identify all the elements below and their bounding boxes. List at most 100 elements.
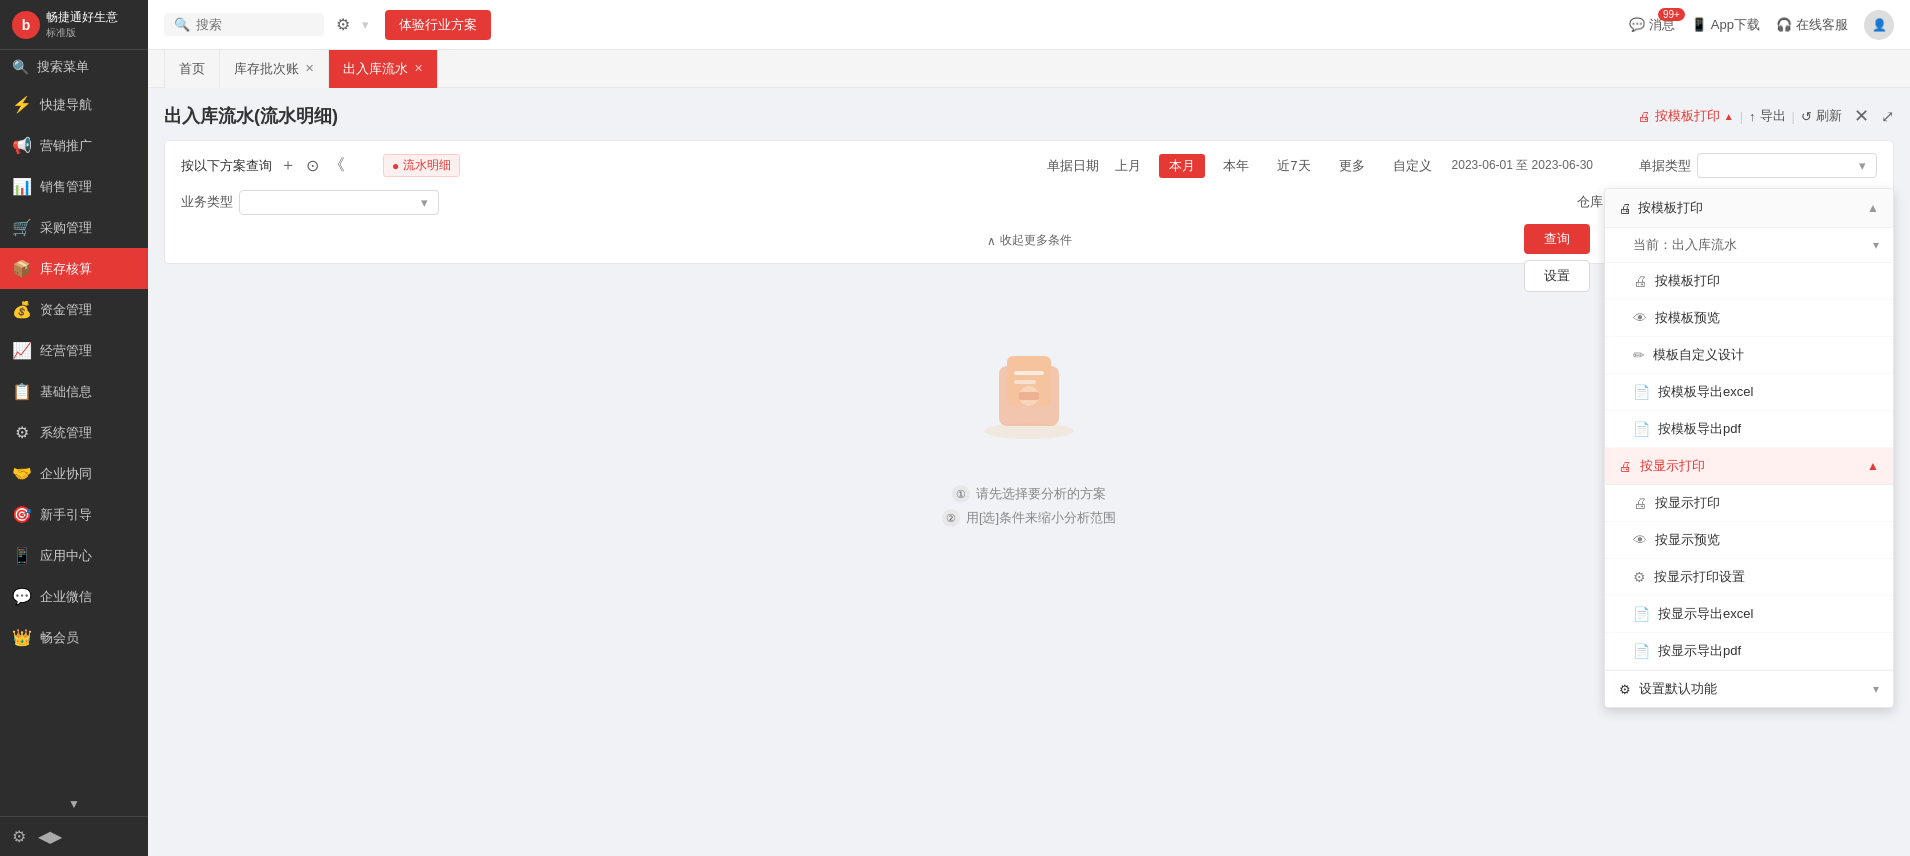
- chevron-up-icon: ∧: [987, 234, 996, 248]
- dropdown-template-custom[interactable]: ✏ 模板自定义设计: [1605, 337, 1893, 374]
- dropdown-display-excel[interactable]: 📄 按显示导出excel: [1605, 596, 1893, 633]
- tab-flow[interactable]: 出入库流水 ✕: [329, 50, 438, 88]
- print-icon: 🖨: [1638, 109, 1651, 124]
- current-arrow-icon: ▾: [1873, 238, 1879, 252]
- date-custom[interactable]: 自定义: [1383, 154, 1442, 178]
- trial-btn[interactable]: 体验行业方案: [385, 10, 491, 40]
- sidebar-scroll-down[interactable]: ▼: [0, 792, 148, 816]
- export-icon: ↑: [1749, 109, 1756, 124]
- member-icon: 👑: [12, 628, 32, 647]
- date-current-month[interactable]: 本月: [1159, 154, 1205, 178]
- display-preview-icon: 👁: [1633, 532, 1647, 548]
- filter-add-btn[interactable]: ＋: [278, 153, 298, 178]
- topbar: 🔍 ⚙ ▾ 体验行业方案 💬 消息 99+ 📱 App下载 🎧 在线客服 👤: [148, 0, 1910, 50]
- display-print-icon: 🖨: [1633, 495, 1647, 511]
- dropdown-footer[interactable]: ⚙ 设置默认功能 ▾: [1605, 670, 1893, 707]
- dropdown-header: 🖨 按模板打印 ▲: [1605, 189, 1893, 228]
- filter-collapse-left-btn[interactable]: 《: [327, 153, 347, 178]
- dropdown-template-export-pdf[interactable]: 📄 按模板导出pdf: [1605, 411, 1893, 448]
- print-dropdown-icon: 🖨: [1619, 201, 1632, 216]
- sidebar-search[interactable]: 🔍 搜索菜单: [0, 50, 148, 84]
- dropdown-section-display[interactable]: 🖨 按显示打印 ▲: [1605, 448, 1893, 485]
- sidebar: b 畅捷通好生意 标准版 🔍 搜索菜单 ⚡ 快捷导航 📢 营销推广 📊 销售管理…: [0, 0, 148, 856]
- sidebar-item-sales[interactable]: 📊 销售管理: [0, 166, 148, 207]
- sidebar-bottom: ⚙ ◀▶: [0, 816, 148, 856]
- sidebar-item-system[interactable]: ⚙ 系统管理: [0, 412, 148, 453]
- sidebar-item-guide[interactable]: 🎯 新手引导: [0, 494, 148, 535]
- logo-icon: b: [12, 11, 40, 39]
- sidebar-item-cooperation[interactable]: 🤝 企业协同: [0, 453, 148, 494]
- finance-icon: 💰: [12, 300, 32, 319]
- template-preview-icon: 👁: [1633, 310, 1647, 326]
- doc-type-arrow-icon: ▾: [1859, 158, 1866, 173]
- close-page-btn[interactable]: ✕: [1854, 105, 1869, 127]
- tab-batch-account-close[interactable]: ✕: [305, 62, 314, 75]
- dropdown-template-export-excel[interactable]: 📄 按模板导出excel: [1605, 374, 1893, 411]
- collapse-btn[interactable]: ∧ 收起更多条件: [987, 232, 1072, 249]
- cooperation-icon: 🤝: [12, 464, 32, 483]
- quick-nav-icon: ⚡: [12, 95, 32, 114]
- date-filter-controls: 上月 本月 本年 近7天 更多 自定义: [1105, 154, 1441, 178]
- refresh-icon: ↺: [1801, 109, 1812, 124]
- dropdown-display-settings[interactable]: ⚙ 按显示打印设置: [1605, 559, 1893, 596]
- empty-hint-1: ① 请先选择要分析的方案: [952, 485, 1106, 503]
- sidebar-item-marketing[interactable]: 📢 营销推广: [0, 125, 148, 166]
- sidebar-item-apps[interactable]: 📱 应用中心: [0, 535, 148, 576]
- expand-btn[interactable]: ⤢: [1881, 107, 1894, 126]
- filter-settings-btn[interactable]: ⊙: [304, 154, 321, 177]
- template-custom-icon: ✏: [1633, 347, 1645, 363]
- sidebar-item-operation[interactable]: 📈 经营管理: [0, 330, 148, 371]
- dropdown-display-print[interactable]: 🖨 按显示打印: [1605, 485, 1893, 522]
- topbar-gear-icon[interactable]: ⚙: [336, 15, 350, 34]
- date-7days[interactable]: 近7天: [1267, 154, 1320, 178]
- sidebar-item-wechat[interactable]: 💬 企业微信: [0, 576, 148, 617]
- basic-icon: 📋: [12, 382, 32, 401]
- dropdown-template-print[interactable]: 🖨 按模板打印: [1605, 263, 1893, 300]
- dropdown-template-preview[interactable]: 👁 按模板预览: [1605, 300, 1893, 337]
- phone-icon: 📱: [1691, 17, 1707, 32]
- warehouse-label: 仓库: [1577, 193, 1603, 211]
- search-input[interactable]: [196, 17, 296, 32]
- tab-home[interactable]: 首页: [164, 50, 220, 88]
- template-pdf-icon: 📄: [1633, 421, 1650, 437]
- message-btn[interactable]: 💬 消息 99+: [1629, 16, 1675, 34]
- sidebar-item-member[interactable]: 👑 畅会员: [0, 617, 148, 658]
- dropdown-collapse-icon[interactable]: ▲: [1867, 201, 1879, 215]
- tab-flow-close[interactable]: ✕: [414, 62, 423, 75]
- purchase-icon: 🛒: [12, 218, 32, 237]
- sidebar-item-inventory[interactable]: 📦 库存核算: [0, 248, 148, 289]
- settings-icon[interactable]: ⚙: [12, 827, 26, 846]
- main-area: 🔍 ⚙ ▾ 体验行业方案 💬 消息 99+ 📱 App下载 🎧 在线客服 👤: [148, 0, 1910, 856]
- tag-icon: ●: [392, 159, 399, 173]
- dropdown-display-pdf[interactable]: 📄 按显示导出pdf: [1605, 633, 1893, 670]
- footer-arrow-icon: ▾: [1873, 682, 1879, 696]
- business-type-select[interactable]: ▾: [239, 190, 439, 215]
- date-last-month[interactable]: 上月: [1105, 154, 1151, 178]
- sidebar-item-finance[interactable]: 💰 资金管理: [0, 289, 148, 330]
- print-template-btn[interactable]: 🖨 按模板打印 ▲: [1638, 107, 1734, 125]
- app-download-btn[interactable]: 📱 App下载: [1691, 16, 1760, 34]
- user-avatar[interactable]: 👤: [1864, 10, 1894, 40]
- topbar-search-box[interactable]: 🔍: [164, 13, 324, 36]
- sidebar-item-quick-nav[interactable]: ⚡ 快捷导航: [0, 84, 148, 125]
- export-btn[interactable]: ↑ 导出: [1749, 107, 1786, 125]
- sidebar-nav: ⚡ 快捷导航 📢 营销推广 📊 销售管理 🛒 采购管理 📦 库存核算 💰 资金管…: [0, 84, 148, 792]
- collapse-icon[interactable]: ◀▶: [38, 827, 62, 846]
- message-icon: 💬: [1629, 17, 1645, 32]
- tab-batch-account[interactable]: 库存批次账 ✕: [220, 50, 329, 88]
- sidebar-item-purchase[interactable]: 🛒 采购管理: [0, 207, 148, 248]
- business-type-arrow-icon: ▾: [421, 195, 428, 210]
- inventory-icon: 📦: [12, 259, 32, 278]
- svg-rect-4: [1014, 380, 1036, 384]
- system-icon: ⚙: [12, 423, 32, 442]
- online-service-btn[interactable]: 🎧 在线客服: [1776, 16, 1848, 34]
- dropdown-display-preview[interactable]: 👁 按显示预览: [1605, 522, 1893, 559]
- date-current-year[interactable]: 本年: [1213, 154, 1259, 178]
- query-btn[interactable]: 查询: [1524, 224, 1590, 254]
- refresh-btn[interactable]: ↺ 刷新: [1801, 107, 1842, 125]
- display-pdf-icon: 📄: [1633, 643, 1650, 659]
- date-more[interactable]: 更多: [1329, 154, 1375, 178]
- sidebar-item-basic[interactable]: 📋 基础信息: [0, 371, 148, 412]
- doc-type-select[interactable]: ▾: [1697, 153, 1877, 178]
- settings-btn[interactable]: 设置: [1524, 260, 1590, 292]
